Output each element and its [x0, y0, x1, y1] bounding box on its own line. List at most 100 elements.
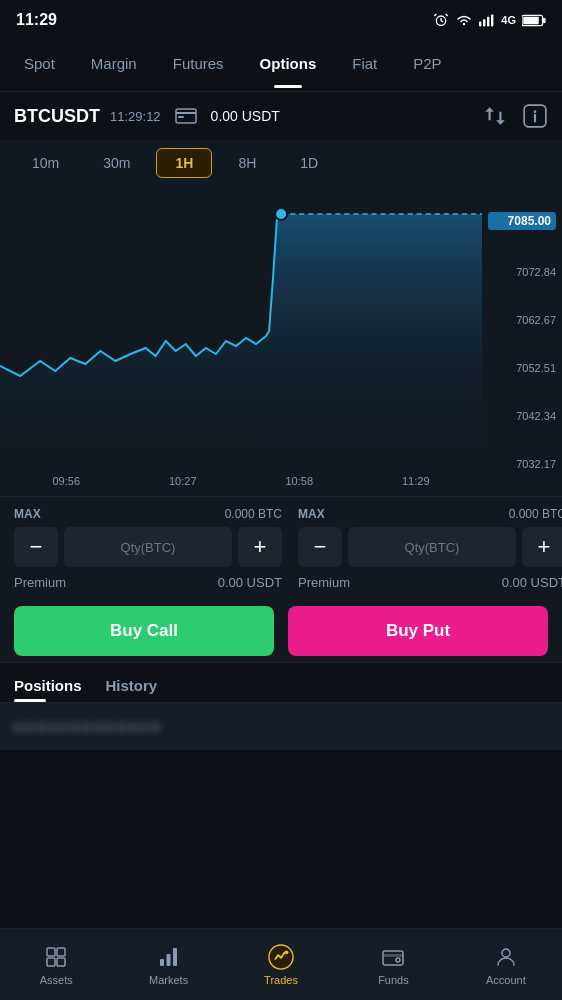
nav-trades[interactable]: Trades — [225, 929, 337, 1000]
funds-icon — [380, 944, 406, 970]
chart-canvas — [0, 186, 482, 466]
svg-rect-8 — [487, 17, 489, 27]
right-premium-label: Premium — [298, 575, 350, 590]
svg-point-20 — [275, 208, 287, 220]
price-axis: 7085.00 7072.84 7062.67 7052.51 7042.34 … — [482, 186, 562, 496]
price-3: 7052.51 — [488, 362, 556, 374]
assets-label: Assets — [40, 974, 73, 986]
svg-rect-23 — [47, 958, 55, 966]
assets-icon — [43, 944, 69, 970]
tf-8h[interactable]: 8H — [220, 149, 274, 177]
left-plus-btn[interactable]: + — [238, 527, 282, 567]
bottom-nav: Assets Markets Trades — [0, 928, 562, 1000]
tf-1h[interactable]: 1H — [156, 148, 212, 178]
header-balance: 0.00 USDT — [211, 108, 280, 124]
svg-rect-15 — [178, 116, 184, 118]
left-max-row: MAX 0.000 BTC — [14, 507, 282, 521]
price-current: 7085.00 — [488, 212, 556, 230]
nav-funds[interactable]: Funds — [337, 929, 449, 1000]
right-minus-btn[interactable]: − — [298, 527, 342, 567]
svg-point-18 — [534, 110, 537, 113]
left-max-value: 0.000 BTC — [225, 507, 282, 521]
left-qty-input[interactable] — [64, 527, 232, 567]
svg-rect-12 — [543, 17, 546, 22]
card-icon[interactable] — [175, 108, 197, 124]
svg-rect-22 — [57, 948, 65, 956]
svg-point-32 — [396, 958, 400, 962]
left-max-label: MAX — [14, 507, 41, 521]
svg-rect-7 — [483, 19, 485, 26]
tab-fiat[interactable]: Fiat — [336, 47, 393, 80]
positions-tabs: Positions History — [0, 662, 562, 702]
left-premium-value: 0.00 USDT — [218, 575, 282, 590]
pair-time: 11:29:12 — [110, 109, 161, 124]
nav-markets[interactable]: Markets — [112, 929, 224, 1000]
svg-rect-11 — [523, 16, 538, 24]
tab-futures[interactable]: Futures — [157, 47, 240, 80]
left-qty-row: − + — [14, 527, 282, 567]
svg-point-29 — [285, 950, 289, 954]
tab-positions[interactable]: Positions — [14, 677, 82, 702]
buy-call-button[interactable]: Buy Call — [14, 606, 274, 656]
price-chart-svg — [0, 186, 482, 466]
tab-spot[interactable]: Spot — [8, 47, 71, 80]
price-2: 7062.67 — [488, 314, 556, 326]
right-max-row: MAX 0.000 BTC — [298, 507, 562, 521]
tf-10m[interactable]: 10m — [14, 149, 77, 177]
nav-assets[interactable]: Assets — [0, 929, 112, 1000]
account-label: Account — [486, 974, 526, 986]
right-qty-row: − + — [298, 527, 562, 567]
battery-icon — [522, 14, 546, 27]
right-plus-btn[interactable]: + — [522, 527, 562, 567]
funds-label: Funds — [378, 974, 409, 986]
tab-options[interactable]: Options — [244, 47, 333, 80]
svg-point-33 — [502, 949, 510, 957]
info-icon[interactable] — [522, 103, 548, 129]
svg-rect-27 — [173, 948, 177, 966]
time-2: 10:58 — [285, 475, 313, 487]
svg-rect-26 — [166, 954, 170, 966]
svg-rect-30 — [383, 951, 403, 965]
status-bar: 11:29 4G — [0, 0, 562, 36]
left-premium-label: Premium — [14, 575, 66, 590]
svg-line-3 — [435, 14, 437, 16]
action-buttons: Buy Call Buy Put — [14, 606, 548, 656]
wifi-icon — [455, 13, 473, 27]
right-premium-value: 0.00 USDT — [502, 575, 562, 590]
tf-30m[interactable]: 30m — [85, 149, 148, 177]
price-1: 7072.84 — [488, 266, 556, 278]
right-max-value: 0.000 BTC — [509, 507, 562, 521]
alarm-icon — [433, 12, 449, 28]
signal-icon — [479, 13, 495, 27]
svg-point-5 — [463, 23, 465, 25]
right-premium-row: Premium 0.00 USDT — [298, 575, 562, 590]
markets-label: Markets — [149, 974, 188, 986]
price-4: 7042.34 — [488, 410, 556, 422]
svg-rect-31 — [383, 954, 403, 957]
asset-bar: ● ● ● ● ● ● ● ● ● ● ● ● ● — [0, 702, 562, 750]
time-1: 10:27 — [169, 475, 197, 487]
markets-icon — [156, 944, 182, 970]
buy-put-button[interactable]: Buy Put — [288, 606, 548, 656]
tab-p2p[interactable]: P2P — [397, 47, 457, 80]
switch-icon[interactable] — [482, 103, 508, 129]
controls-row: MAX 0.000 BTC − + Premium 0.00 USDT MAX … — [14, 507, 548, 600]
svg-rect-21 — [47, 948, 55, 956]
trading-controls: MAX 0.000 BTC − + Premium 0.00 USDT MAX … — [0, 496, 562, 662]
price-5: 7032.17 — [488, 458, 556, 470]
buy-call-group: MAX 0.000 BTC − + Premium 0.00 USDT — [14, 507, 282, 600]
account-icon — [493, 944, 519, 970]
header-row: BTCUSDT 11:29:12 0.00 USDT — [0, 92, 562, 140]
status-icons: 4G — [433, 12, 546, 28]
nav-account[interactable]: Account — [450, 929, 562, 1000]
tab-margin[interactable]: Margin — [75, 47, 153, 80]
pair-name: BTCUSDT — [14, 106, 100, 127]
right-qty-input[interactable] — [348, 527, 516, 567]
trades-label: Trades — [264, 974, 298, 986]
tf-1d[interactable]: 1D — [282, 149, 336, 177]
left-minus-btn[interactable]: − — [14, 527, 58, 567]
asset-blur: ● ● ● ● ● ● ● ● ● ● ● ● ● — [14, 719, 159, 734]
time-0: 09:56 — [52, 475, 80, 487]
svg-rect-6 — [479, 22, 481, 27]
tab-history[interactable]: History — [106, 677, 158, 702]
